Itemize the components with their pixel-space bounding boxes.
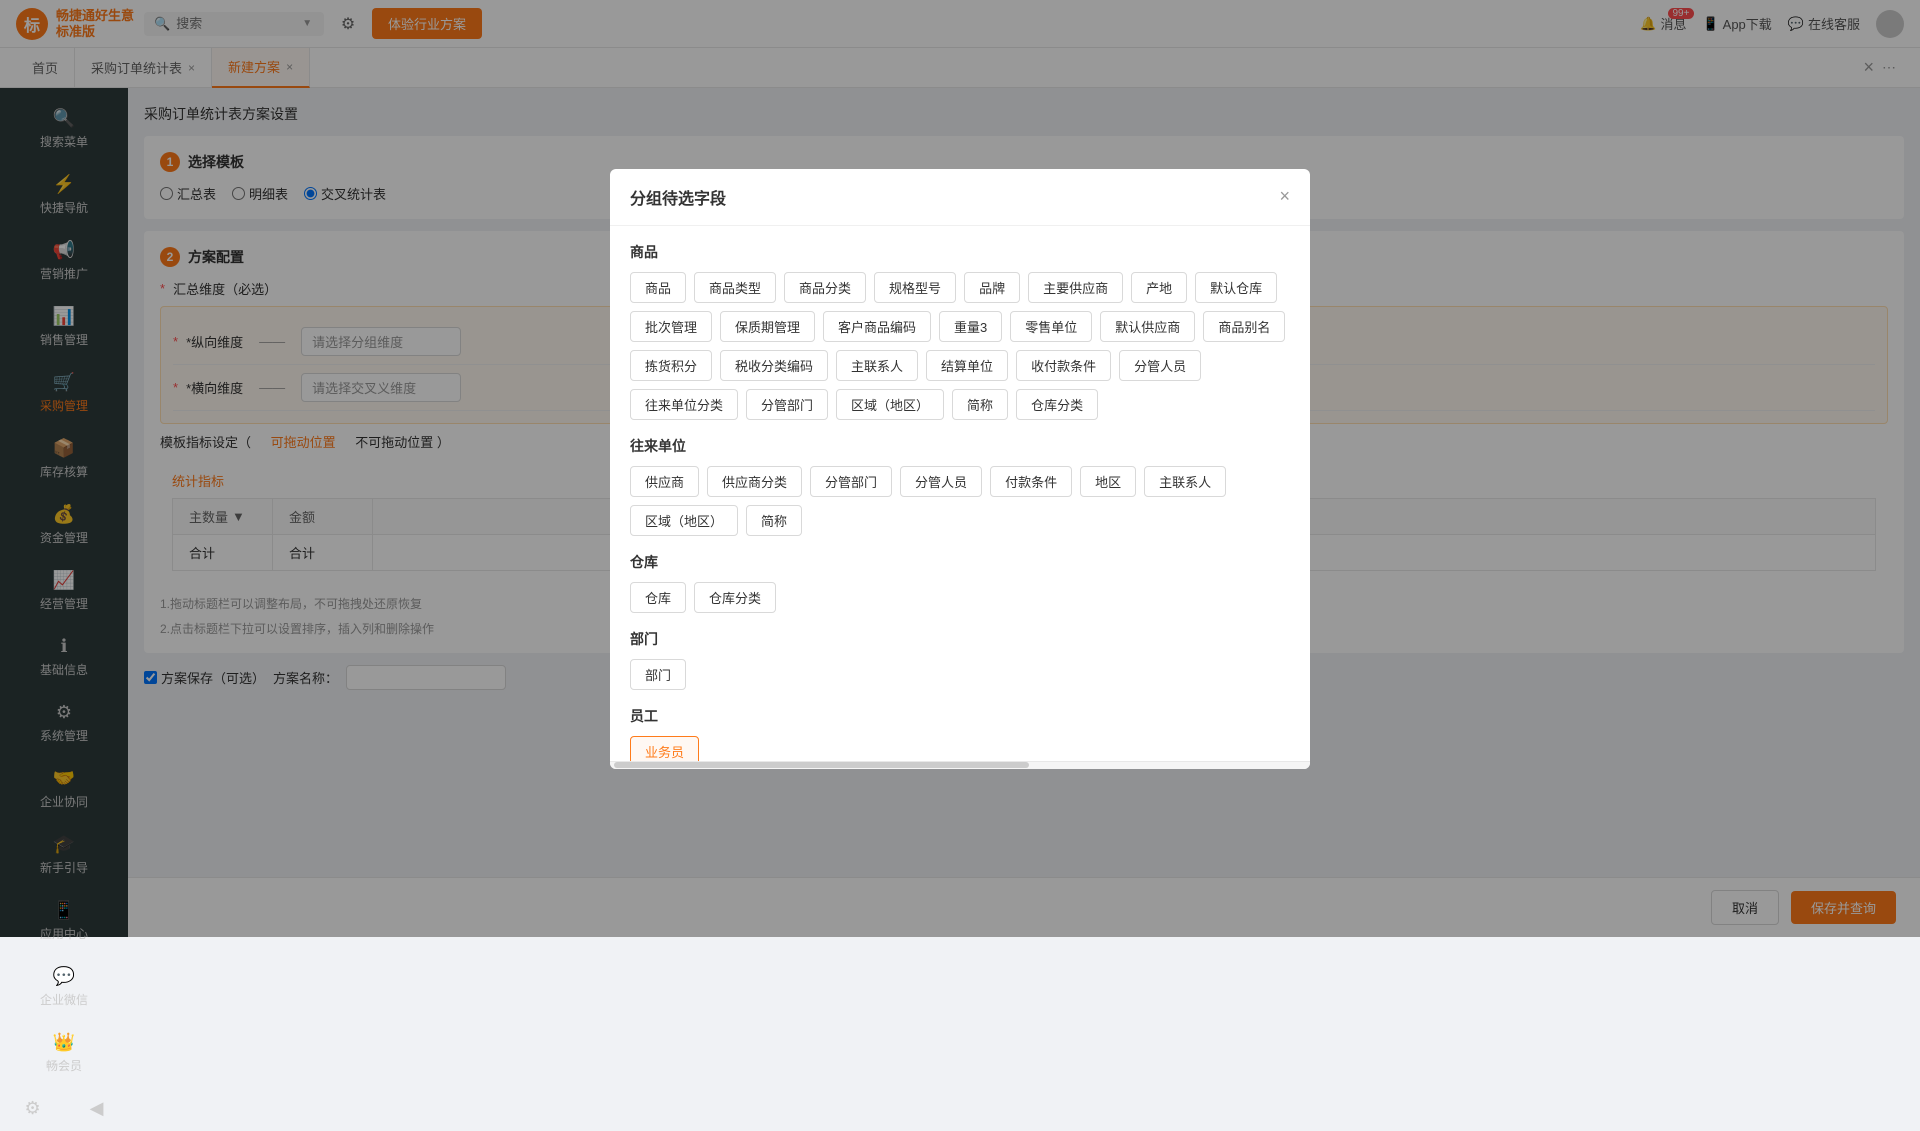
field-tag-product-23[interactable]: 区域（地区）	[836, 389, 944, 420]
hscroll-thumb	[614, 762, 1029, 768]
field-tag-employee-0[interactable]: 业务员	[630, 736, 699, 761]
field-section-title-employee: 员工	[630, 706, 1290, 726]
field-tag-product-21[interactable]: 往来单位分类	[630, 389, 738, 420]
field-tag-product-11[interactable]: 重量3	[939, 311, 1002, 342]
field-tag-product-25[interactable]: 仓库分类	[1016, 389, 1098, 420]
field-tag-product-19[interactable]: 收付款条件	[1016, 350, 1111, 381]
field-tag-product-9[interactable]: 保质期管理	[720, 311, 815, 342]
field-tag-product-13[interactable]: 默认供应商	[1100, 311, 1195, 342]
field-tag-product-12[interactable]: 零售单位	[1010, 311, 1092, 342]
member-icon: 👑	[53, 1032, 75, 1053]
modal-body: 商品商品商品类型商品分类规格型号品牌主要供应商产地默认仓库批次管理保质期管理客户…	[610, 226, 1310, 761]
field-tag-product-18[interactable]: 结算单位	[926, 350, 1008, 381]
sidebar-item-member[interactable]: 👑 畅会员	[0, 1020, 128, 1086]
field-tag-department-0[interactable]: 部门	[630, 659, 686, 690]
field-tag-partner-3[interactable]: 分管人员	[900, 466, 982, 497]
field-tag-product-1[interactable]: 商品类型	[694, 272, 776, 303]
field-tag-partner-6[interactable]: 主联系人	[1144, 466, 1226, 497]
field-tags-product: 商品商品类型商品分类规格型号品牌主要供应商产地默认仓库批次管理保质期管理客户商品…	[630, 272, 1290, 420]
sidebar-item-wechat[interactable]: 💬 企业微信	[0, 954, 128, 1020]
field-tag-product-4[interactable]: 品牌	[964, 272, 1020, 303]
field-tag-product-14[interactable]: 商品别名	[1203, 311, 1285, 342]
field-tag-product-15[interactable]: 拣货积分	[630, 350, 712, 381]
field-section-product: 商品商品商品类型商品分类规格型号品牌主要供应商产地默认仓库批次管理保质期管理客户…	[630, 242, 1290, 420]
modal-hscroll[interactable]	[610, 761, 1310, 769]
field-section-employee: 员工业务员	[630, 706, 1290, 761]
field-tag-partner-0[interactable]: 供应商	[630, 466, 699, 497]
field-tag-product-7[interactable]: 默认仓库	[1195, 272, 1277, 303]
field-tag-partner-5[interactable]: 地区	[1080, 466, 1136, 497]
field-tag-partner-1[interactable]: 供应商分类	[707, 466, 802, 497]
field-section-department: 部门部门	[630, 629, 1290, 690]
field-tag-partner-8[interactable]: 简称	[746, 505, 802, 536]
field-tag-product-17[interactable]: 主联系人	[836, 350, 918, 381]
modal-title: 分组待选字段	[630, 185, 726, 209]
field-tag-product-5[interactable]: 主要供应商	[1028, 272, 1123, 303]
modal-close-button[interactable]: ×	[1279, 186, 1290, 207]
field-section-title-partner: 往来单位	[630, 436, 1290, 456]
modal-overlay[interactable]: 分组待选字段 × 商品商品商品类型商品分类规格型号品牌主要供应商产地默认仓库批次…	[0, 0, 1920, 937]
field-tag-product-24[interactable]: 简称	[952, 389, 1008, 420]
field-tag-partner-4[interactable]: 付款条件	[990, 466, 1072, 497]
field-tag-product-16[interactable]: 税收分类编码	[720, 350, 828, 381]
field-tag-product-2[interactable]: 商品分类	[784, 272, 866, 303]
field-tag-partner-2[interactable]: 分管部门	[810, 466, 892, 497]
field-tag-warehouse-0[interactable]: 仓库	[630, 582, 686, 613]
field-tag-product-10[interactable]: 客户商品编码	[823, 311, 931, 342]
field-tags-employee: 业务员	[630, 736, 1290, 761]
field-section-partner: 往来单位供应商供应商分类分管部门分管人员付款条件地区主联系人区域（地区） 简称	[630, 436, 1290, 536]
sidebar-item-label-wechat: 企业微信	[40, 991, 88, 1008]
field-tag-product-22[interactable]: 分管部门	[746, 389, 828, 420]
field-tags-partner: 供应商供应商分类分管部门分管人员付款条件地区主联系人区域（地区） 简称	[630, 466, 1290, 536]
field-section-title-department: 部门	[630, 629, 1290, 649]
field-section-title-warehouse: 仓库	[630, 552, 1290, 572]
field-tag-product-8[interactable]: 批次管理	[630, 311, 712, 342]
sidebar-collapse-btn[interactable]: ◀	[90, 1098, 104, 1119]
field-tags-warehouse: 仓库仓库分类	[630, 582, 1290, 613]
field-section-warehouse: 仓库仓库仓库分类	[630, 552, 1290, 613]
wechat-icon: 💬	[53, 966, 75, 987]
field-tag-product-6[interactable]: 产地	[1131, 272, 1187, 303]
field-selection-modal: 分组待选字段 × 商品商品商品类型商品分类规格型号品牌主要供应商产地默认仓库批次…	[610, 169, 1310, 769]
field-tag-product-20[interactable]: 分管人员	[1119, 350, 1201, 381]
modal-header: 分组待选字段 ×	[610, 169, 1310, 226]
sidebar-settings-btn[interactable]: ⚙	[25, 1098, 41, 1119]
field-tag-partner-7[interactable]: 区域（地区）	[630, 505, 738, 536]
sidebar-item-label-member: 畅会员	[46, 1057, 82, 1074]
sidebar-bottom: ⚙ ◀	[0, 1086, 128, 1131]
field-section-title-product: 商品	[630, 242, 1290, 262]
field-tag-product-3[interactable]: 规格型号	[874, 272, 956, 303]
field-tag-warehouse-1[interactable]: 仓库分类	[694, 582, 776, 613]
field-tags-department: 部门	[630, 659, 1290, 690]
field-tag-product-0[interactable]: 商品	[630, 272, 686, 303]
